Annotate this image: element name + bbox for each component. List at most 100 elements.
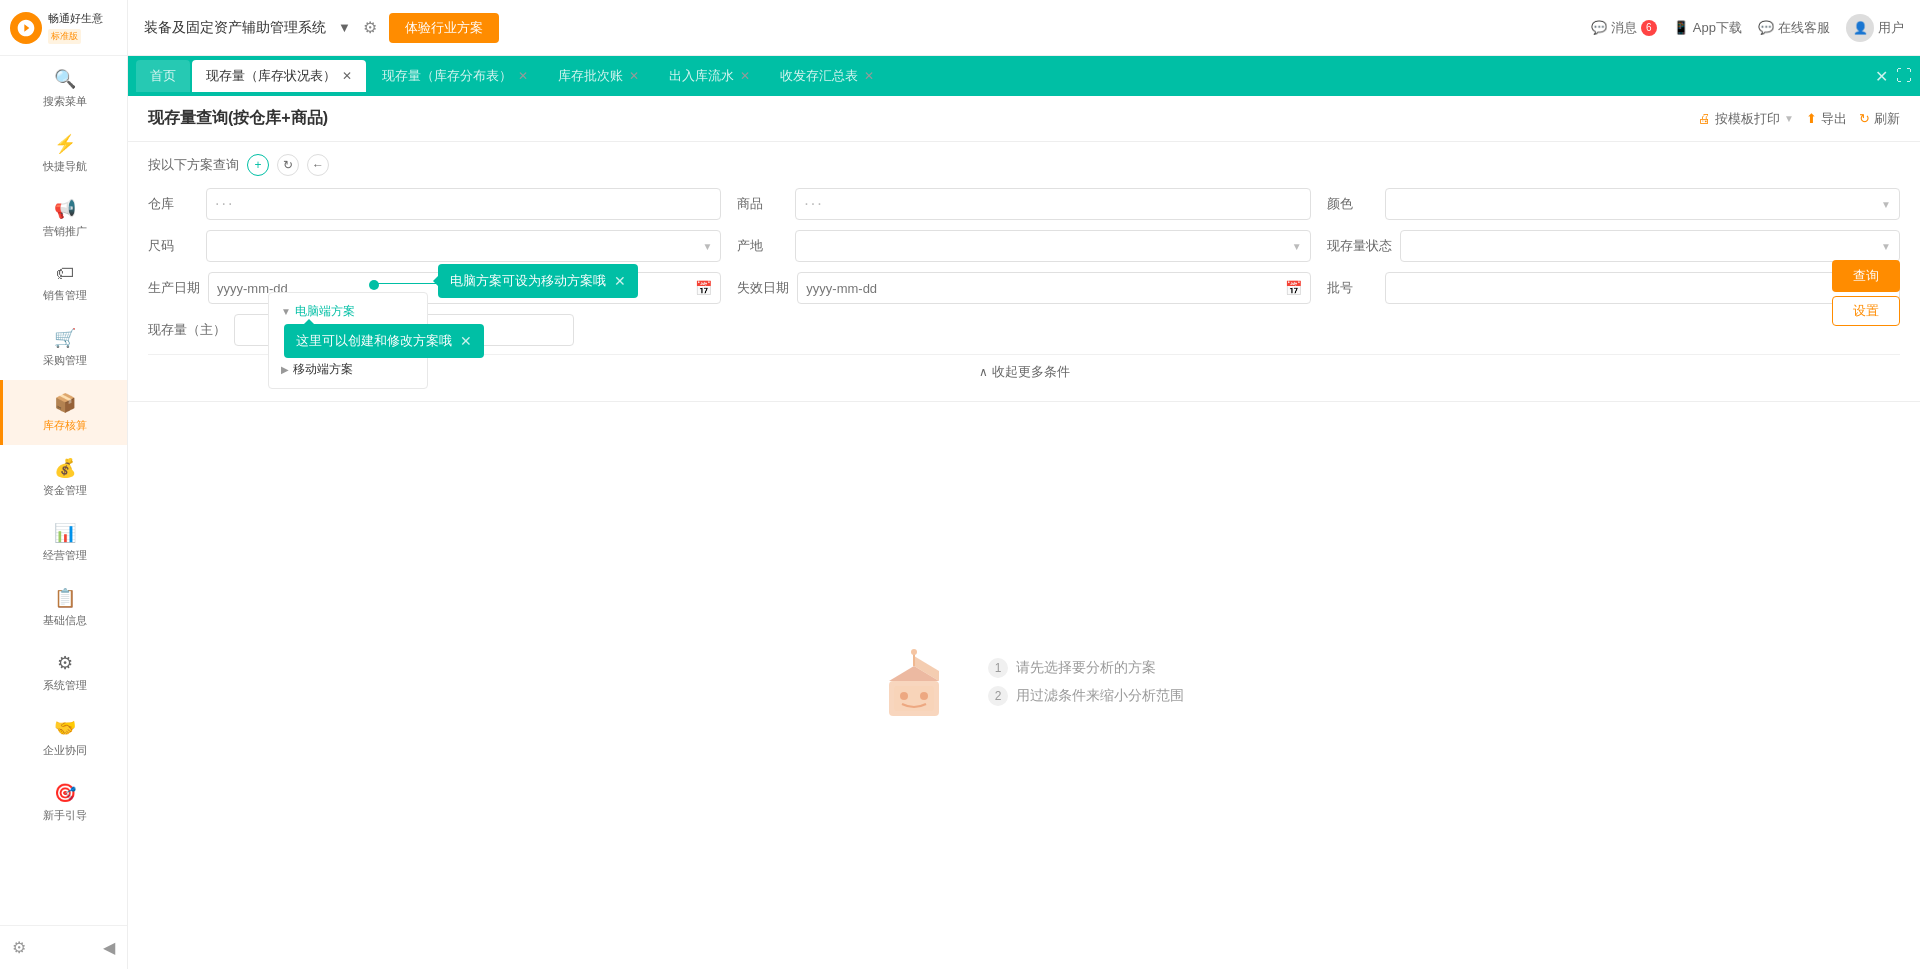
up-arrow-icon: ∧ — [979, 365, 988, 379]
sidebar-item-finance[interactable]: 💰 资金管理 — [0, 445, 127, 510]
batch-label: 批号 — [1327, 279, 1377, 297]
tab-stock-status[interactable]: 现存量（库存状况表） ✕ — [192, 60, 366, 92]
system-dropdown[interactable]: ▼ — [338, 20, 351, 35]
top-header: 装备及固定资产辅助管理系统 ▼ ⚙ 体验行业方案 💬 消息 6 📱 App下载 … — [128, 0, 1920, 56]
sidebar-item-search-menu[interactable]: 🔍 搜索菜单 — [0, 56, 127, 121]
empty-illustration — [864, 636, 964, 736]
filter-header: 按以下方案查询 + ↻ ← — [148, 154, 1900, 176]
sidebar-item-inventory[interactable]: 📦 库存核算 — [0, 380, 127, 445]
user-action[interactable]: 👤 用户 — [1846, 14, 1904, 42]
sidebar-item-label: 销售管理 — [43, 288, 87, 303]
reset-button[interactable]: 设置 — [1832, 296, 1900, 326]
tab-stock-dist[interactable]: 现存量（库存分布表） ✕ — [368, 60, 542, 92]
sidebar-bottom: ⚙ ◀ — [0, 925, 127, 969]
exp-date-input-wrap[interactable]: 📅 — [797, 272, 1310, 304]
scheme-tree-mobile[interactable]: ▶ 移动端方案 — [269, 355, 427, 384]
sidebar-item-purchase[interactable]: 🛒 采购管理 — [0, 315, 127, 380]
sidebar-item-operations[interactable]: 📊 经营管理 — [0, 510, 127, 575]
message-action[interactable]: 💬 消息 6 — [1591, 19, 1657, 37]
online-service-action[interactable]: 💬 在线客服 — [1758, 19, 1830, 37]
marketing-icon: 📢 — [54, 198, 76, 220]
app-download-label: App下载 — [1693, 19, 1742, 37]
user-avatar: 👤 — [1846, 14, 1874, 42]
collapse-button[interactable]: ∧ 收起更多条件 — [971, 355, 1078, 389]
tooltip-create-close[interactable]: ✕ — [460, 333, 472, 349]
svg-point-4 — [900, 692, 908, 700]
warehouse-label: 仓库 — [148, 195, 198, 213]
tooltip-scheme-text: 电脑方案可设为移动方案哦 — [450, 272, 606, 290]
print-dropdown-icon: ▼ — [1784, 113, 1794, 124]
origin-label: 产地 — [737, 237, 787, 255]
guide-icon: 🎯 — [54, 782, 76, 804]
sidebar-item-basic-info[interactable]: 📋 基础信息 — [0, 575, 127, 640]
expand-arrow: ▼ — [281, 306, 291, 317]
app-download-action[interactable]: 📱 App下载 — [1673, 19, 1742, 37]
connector-line — [376, 283, 436, 284]
tab-batch-ledger[interactable]: 库存批次账 ✕ — [544, 60, 653, 92]
tooltip-scheme-close[interactable]: ✕ — [614, 273, 626, 289]
purchase-icon: 🛒 — [54, 327, 76, 349]
svg-point-5 — [920, 692, 928, 700]
sidebar-item-guide[interactable]: 🎯 新手引导 — [0, 770, 127, 835]
stock-status-select[interactable]: ▼ — [1400, 230, 1900, 262]
tab-receivable[interactable]: 收发存汇总表 ✕ — [766, 60, 888, 92]
logo-badge: 标准版 — [48, 29, 81, 44]
message-icon: 💬 — [1591, 20, 1607, 35]
tab-close-icon[interactable]: ✕ — [864, 69, 874, 83]
export-button[interactable]: ⬆ 导出 — [1806, 110, 1847, 128]
refresh-button[interactable]: ↻ 刷新 — [1859, 110, 1900, 128]
tab-receivable-label: 收发存汇总表 — [780, 67, 858, 85]
tab-close-all-icon[interactable]: ✕ — [1875, 67, 1888, 86]
sidebar-nav: 🔍 搜索菜单 ⚡ 快捷导航 📢 营销推广 🏷 销售管理 🛒 采购管理 📦 库存核… — [0, 56, 127, 925]
product-select[interactable]: ··· — [795, 188, 1310, 220]
logo-area: 畅通好生意 标准版 — [0, 0, 127, 56]
sidebar-item-label: 营销推广 — [43, 224, 87, 239]
tab-inout-flow[interactable]: 出入库流水 ✕ — [655, 60, 764, 92]
tabs-right-actions: ✕ ⛶ — [1875, 67, 1912, 86]
sidebar-item-system[interactable]: ⚙ 系统管理 — [0, 640, 127, 705]
warehouse-select[interactable]: ··· — [206, 188, 721, 220]
sidebar-item-label: 资金管理 — [43, 483, 87, 498]
add-scheme-button[interactable]: + — [247, 154, 269, 176]
tab-close-icon[interactable]: ✕ — [629, 69, 639, 83]
tab-home[interactable]: 首页 — [136, 60, 190, 92]
settings-icon[interactable]: ⚙ — [363, 18, 377, 37]
refresh-icon: ↻ — [1859, 111, 1870, 126]
tab-inout-flow-label: 出入库流水 — [669, 67, 734, 85]
batch-input[interactable] — [1385, 272, 1900, 304]
print-template-button[interactable]: 🖨 按模板打印 ▼ — [1698, 110, 1794, 128]
color-dropdown-icon: ▼ — [1881, 199, 1891, 210]
sidebar-settings-icon[interactable]: ⚙ — [12, 938, 26, 957]
arrow-scheme-button[interactable]: ← — [307, 154, 329, 176]
filter-row-2: 尺码 ▼ 产地 ▼ 现存量状态 — [148, 230, 1900, 262]
sidebar-item-label: 企业协同 — [43, 743, 87, 758]
sidebar-item-enterprise[interactable]: 🤝 企业协同 — [0, 705, 127, 770]
scheme-tree-pc[interactable]: ▼ 电脑端方案 — [269, 297, 427, 326]
stock-status-dropdown-icon: ▼ — [1881, 241, 1891, 252]
filter-dots-product: ··· — [804, 195, 823, 213]
search-menu-icon: 🔍 — [54, 68, 76, 90]
logo-text-area: 畅通好生意 标准版 — [48, 11, 103, 43]
message-badge: 6 — [1641, 20, 1657, 36]
sidebar-item-marketing[interactable]: 📢 营销推广 — [0, 186, 127, 251]
empty-step-1: 1 请先选择要分析的方案 — [988, 658, 1184, 678]
size-select[interactable]: ▼ — [206, 230, 721, 262]
origin-select[interactable]: ▼ — [795, 230, 1310, 262]
exp-date-input[interactable] — [806, 281, 1280, 296]
tab-fullscreen-icon[interactable]: ⛶ — [1896, 67, 1912, 85]
sidebar-item-label: 基础信息 — [43, 613, 87, 628]
sidebar-item-quick-nav[interactable]: ⚡ 快捷导航 — [0, 121, 127, 186]
refresh-scheme-button[interactable]: ↻ — [277, 154, 299, 176]
product-label: 商品 — [737, 195, 787, 213]
trial-button[interactable]: 体验行业方案 — [389, 13, 499, 43]
color-select[interactable]: ▼ — [1385, 188, 1900, 220]
search-button[interactable]: 查询 — [1832, 260, 1900, 292]
origin-dropdown-icon: ▼ — [1292, 241, 1302, 252]
inventory-icon: 📦 — [54, 392, 76, 414]
sidebar-collapse-icon[interactable]: ◀ — [103, 938, 115, 957]
tab-close-icon[interactable]: ✕ — [740, 69, 750, 83]
empty-state: 1 请先选择要分析的方案 2 用过滤条件来缩小分析范围 — [128, 402, 1920, 969]
tab-close-icon[interactable]: ✕ — [342, 69, 352, 83]
sidebar-item-sales[interactable]: 🏷 销售管理 — [0, 251, 127, 315]
tab-close-icon[interactable]: ✕ — [518, 69, 528, 83]
